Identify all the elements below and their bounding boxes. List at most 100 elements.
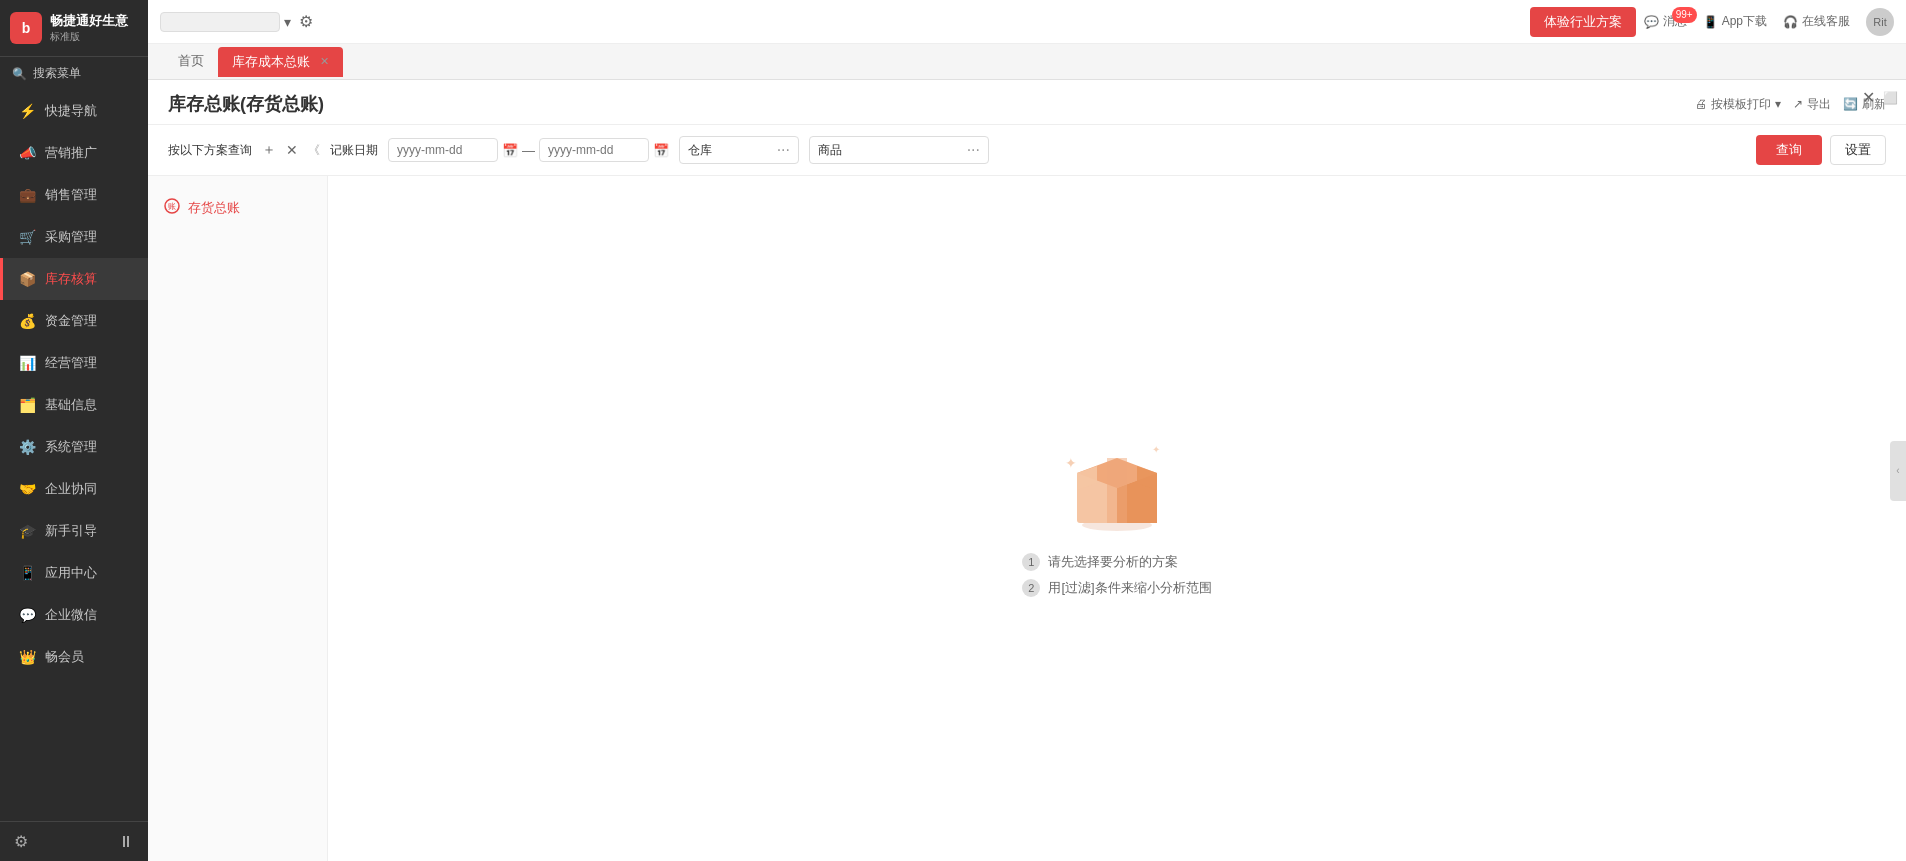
page-title: 库存总账(存货总账) [168,92,324,116]
guide-icon: 🎓 [17,523,37,539]
cooperation-label: 企业协同 [45,480,97,498]
basic-info-icon: 🗂️ [17,397,37,413]
user-name: Rit [1873,16,1886,28]
main-content: ✦ ✦ 1 请先选择要分析的方案 2 用[过滤]条件来缩小分析范围 [328,176,1906,861]
date-end-input[interactable] [539,138,649,162]
sidebar-item-inventory[interactable]: 📦 库存核算 [0,258,148,300]
sidebar-item-system[interactable]: ⚙️ 系统管理 [0,426,148,468]
export-label: 导出 [1807,96,1831,113]
dropdown-arrow-btn[interactable]: ▾ [284,14,291,30]
export-btn[interactable]: ↗ 导出 [1793,96,1831,113]
membership-label: 畅会员 [45,648,84,666]
date-separator: — [522,143,535,158]
product-select[interactable]: 商品 ··· [809,136,989,164]
scheme-icon: 账 [164,198,180,217]
sidebar-item-finance[interactable]: 💰 资金管理 [0,300,148,342]
settings-icon[interactable]: ⚙ [14,832,28,851]
sidebar-item-sales[interactable]: 💼 销售管理 [0,174,148,216]
panel-close-btn[interactable]: ✕ [1862,88,1875,107]
tab-home[interactable]: 首页 [164,46,218,78]
cooperation-icon: 🤝 [17,481,37,497]
collapse-icon[interactable]: ⏸ [118,833,134,851]
export-icon: ↗ [1793,97,1803,111]
scheme-label: 存货总账 [188,199,240,217]
industry-btn[interactable]: 体验行业方案 [1530,7,1636,37]
empty-illustration: ✦ ✦ [1057,433,1177,533]
settings-btn[interactable]: 设置 [1830,135,1886,165]
header-right: 💬 消息 99+ 📱 App下载 🎧 在线客服 Rit [1644,8,1894,36]
calendar-start-icon[interactable]: 📅 [502,143,518,158]
calendar-end-icon[interactable]: 📅 [653,143,669,158]
hint-text-2: 用[过滤]条件来缩小分析范围 [1048,579,1211,597]
service-label: 在线客服 [1802,13,1850,30]
svg-text:✦: ✦ [1152,444,1160,455]
edition-label: 标准版 [50,30,128,43]
sidebar-nav: ⚡ 快捷导航 📣 营销推广 💼 销售管理 🛒 采购管理 📦 库存核算 💰 资金管… [0,90,148,821]
guide-label: 新手引导 [45,522,97,540]
sales-icon: 💼 [17,187,37,203]
top-header: ▾ ⚙ 体验行业方案 💬 消息 99+ 📱 App下载 🎧 在线客服 Rit [148,0,1906,44]
sidebar-item-wechat[interactable]: 💬 企业微信 [0,594,148,636]
operations-icon: 📊 [17,355,37,371]
tab-home-label: 首页 [178,53,204,68]
headset-icon: 🎧 [1783,15,1798,29]
sidebar-item-basic-info[interactable]: 🗂️ 基础信息 [0,384,148,426]
system-label: 系统管理 [45,438,97,456]
operations-label: 经营管理 [45,354,97,372]
user-avatar[interactable]: Rit [1866,8,1894,36]
print-label: 按模板打印 [1711,96,1771,113]
main-area: ▾ ⚙ 体验行业方案 💬 消息 99+ 📱 App下载 🎧 在线客服 Rit [148,0,1906,861]
sidebar-item-guide[interactable]: 🎓 新手引导 [0,510,148,552]
sidebar-item-app-center[interactable]: 📱 应用中心 [0,552,148,594]
filter-clear-btn[interactable]: ✕ [286,142,298,158]
empty-hints: 1 请先选择要分析的方案 2 用[过滤]条件来缩小分析范围 [1022,553,1211,605]
filter-collapse-btn[interactable]: 《 [308,142,320,159]
app-center-label: 应用中心 [45,564,97,582]
header-breadcrumb: ▾ ⚙ [160,8,1522,35]
refresh-icon: 🔄 [1843,97,1858,111]
breadcrumb-input[interactable] [160,12,280,32]
panel-expand-btn[interactable]: ⬜ [1883,88,1898,107]
filter-add-btn[interactable]: ＋ [262,141,276,159]
message-badge: 99+ [1672,7,1697,23]
content-panel: 库存总账(存货总账) 🖨 按模板打印 ▾ ↗ 导出 🔄 刷新 按以下方案查询 [148,80,1906,861]
sidebar-item-membership[interactable]: 👑 畅会员 [0,636,148,678]
hint-item-2: 2 用[过滤]条件来缩小分析范围 [1022,579,1211,597]
query-btn[interactable]: 查询 [1756,135,1822,165]
filter-right-actions: 查询 设置 [1756,135,1886,165]
marketing-icon: 📣 [17,145,37,161]
print-btn[interactable]: 🖨 按模板打印 ▾ [1695,96,1781,113]
app-download-btn[interactable]: 📱 App下载 [1703,13,1767,30]
messages-btn[interactable]: 💬 消息 99+ [1644,13,1687,30]
date-start-input[interactable] [388,138,498,162]
quick-nav-icon: ⚡ [17,103,37,119]
sidebar-item-quick-nav[interactable]: ⚡ 快捷导航 [0,90,148,132]
date-label: 记账日期 [330,142,378,159]
purchase-icon: 🛒 [17,229,37,245]
sidebar-item-operations[interactable]: 📊 经营管理 [0,342,148,384]
scheme-item-inventory-ledger[interactable]: 账 存货总账 [148,188,327,227]
header-gear-icon[interactable]: ⚙ [295,8,317,35]
sidebar-item-marketing[interactable]: 📣 营销推广 [0,132,148,174]
sidebar-item-cooperation[interactable]: 🤝 企业协同 [0,468,148,510]
product-more-icon[interactable]: ··· [967,141,980,159]
right-panel-toggle[interactable]: ‹ [1890,441,1906,501]
svg-rect-8 [1107,458,1127,523]
empty-state: ✦ ✦ 1 请先选择要分析的方案 2 用[过滤]条件来缩小分析范围 [1022,433,1211,605]
hint-text-1: 请先选择要分析的方案 [1048,553,1178,571]
warehouse-select[interactable]: 仓库 ··· [679,136,799,164]
page-header: 库存总账(存货总账) 🖨 按模板打印 ▾ ↗ 导出 🔄 刷新 [148,80,1906,125]
warehouse-label: 仓库 [688,142,712,159]
inventory-label: 库存核算 [45,270,97,288]
left-filter-panel: 账 存货总账 [148,176,328,861]
product-label: 商品 [818,142,842,159]
sidebar-search[interactable]: 🔍 搜索菜单 [0,57,148,90]
tab-inventory-ledger[interactable]: 库存成本总账 ✕ [218,47,343,77]
app-center-icon: 📱 [17,565,37,581]
inventory-icon: 📦 [17,271,37,287]
sidebar-item-purchase[interactable]: 🛒 采购管理 [0,216,148,258]
tab-inventory-ledger-label: 库存成本总账 [232,53,310,71]
online-service-btn[interactable]: 🎧 在线客服 [1783,13,1850,30]
tab-close-btn[interactable]: ✕ [320,55,329,68]
warehouse-more-icon[interactable]: ··· [777,141,790,159]
